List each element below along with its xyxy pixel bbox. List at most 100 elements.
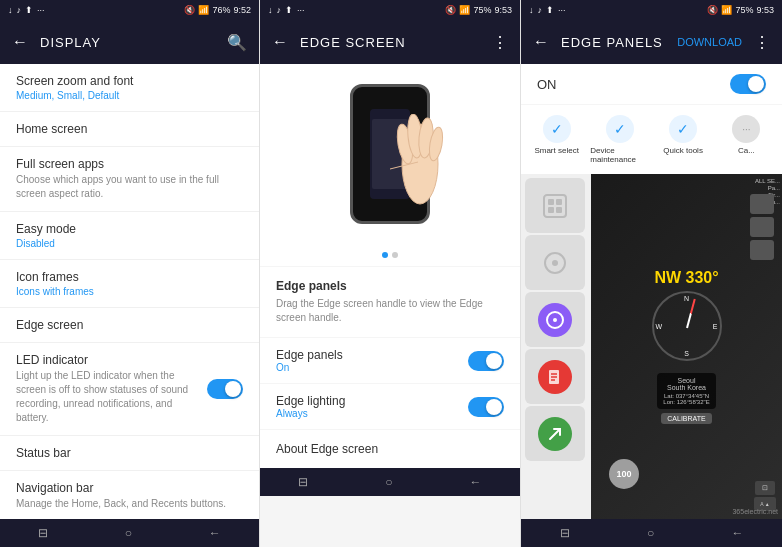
right-item-2 (750, 217, 774, 237)
calibrate-button[interactable]: CALIBRATE (661, 413, 711, 424)
home-button[interactable]: ○ (125, 526, 132, 540)
more-tab-dots-icon: ··· (742, 124, 750, 135)
status-bar-3: ↓ ♪ ⬆ ··· 🔇 📶 75% 9:53 (521, 0, 782, 20)
compass-needle (686, 299, 696, 328)
full-screen-title: Full screen apps (16, 157, 243, 171)
status-icons-right-3: 🔇 📶 75% 9:53 (707, 5, 774, 15)
panel-list-item-1[interactable] (525, 178, 585, 233)
menu-item-navigation-bar[interactable]: Navigation bar Manage the Home, Back, an… (0, 471, 259, 519)
menu-item-icon-frames[interactable]: Icon frames Icons with frames (0, 260, 259, 308)
search-button[interactable]: 🔍 (227, 33, 247, 52)
mute-icon-2: 🔇 (445, 5, 456, 15)
bottom-right-icons: ⊡ A ▲ (754, 481, 776, 511)
tab-device-maintenance[interactable]: ✓ Device maintenance (588, 113, 651, 166)
on-toggle-row: ON (521, 64, 782, 104)
smart-select-check-icon: ✓ (551, 121, 563, 137)
back-button-2[interactable]: ← (272, 33, 288, 51)
screen-icon: ⊡ (755, 481, 775, 495)
menu-item-led-indicator[interactable]: LED indicator Light up the LED indicator… (0, 343, 259, 436)
home-button-3[interactable]: ○ (647, 526, 654, 540)
panel-icon-bg-5 (538, 417, 572, 451)
edge-lighting-toggle-row[interactable]: Edge lighting Always (260, 384, 520, 429)
right-panel-items (750, 194, 774, 260)
menu-item-full-screen[interactable]: Full screen apps Choose which apps you w… (0, 147, 259, 212)
panel-icon-bg-3 (538, 303, 572, 337)
compass-widget: ALL SE... Pa... Fir... Bu... NW 330° N (591, 174, 782, 519)
back-button-3[interactable]: ← (533, 33, 549, 51)
led-toggle[interactable] (207, 379, 243, 399)
nav-bar-3: ⊟ ○ ← 365electric.net (521, 519, 782, 547)
edge-panels-toggle-row[interactable]: Edge panels On (260, 338, 520, 383)
status-icons-left-3: ↓ ♪ ⬆ ··· (529, 5, 566, 15)
edge-lighting-toggle[interactable] (468, 397, 504, 417)
tab-more[interactable]: ··· Ca... (715, 113, 778, 166)
quick-tools-label: Quick tools (663, 146, 703, 155)
smart-select-icon-bg: ✓ (543, 115, 571, 143)
status-bar-1: ↓ ♪ ⬆ ··· 🔇 📶 76% 9:52 (0, 0, 259, 20)
signal-icon: 📶 (198, 5, 209, 15)
menu-item-home-screen[interactable]: Home screen (0, 112, 259, 147)
recent-apps-button-2[interactable]: ⊟ (298, 475, 308, 489)
download-icon-3: ↓ (529, 5, 534, 15)
signal-icon-3: 📶 (721, 5, 732, 15)
recent-apps-button[interactable]: ⊟ (38, 526, 48, 540)
more-button-3[interactable]: ⋮ (754, 33, 770, 52)
watermark: 365electric.net (732, 508, 778, 515)
quick-tools-check-icon: ✓ (677, 121, 689, 137)
edge-panels-title: Edge panels (276, 279, 504, 293)
panel-icon-4 (545, 367, 565, 387)
back-nav-button-3[interactable]: ← (731, 526, 743, 540)
compass-direction: NW 330° (654, 269, 718, 287)
status-icons-left: ↓ ♪ ⬆ ··· (8, 5, 45, 15)
edge-panels-toggle[interactable] (468, 351, 504, 371)
upload-icon-2: ⬆ (285, 5, 293, 15)
upload-icon: ⬆ (25, 5, 33, 15)
edge-panels-tabs: ✓ Smart select ✓ Device maintenance ✓ Qu… (521, 105, 782, 174)
display-title: DISPLAY (40, 35, 215, 50)
about-edge-section[interactable]: About Edge screen (260, 430, 520, 468)
panel-icon-1 (540, 191, 570, 221)
back-nav-button[interactable]: ← (209, 526, 221, 540)
panels-grid: ALL SE... Pa... Fir... Bu... NW 330° N (521, 174, 782, 519)
easy-mode-title: Easy mode (16, 222, 243, 236)
more-tab-icon-bg: ··· (732, 115, 760, 143)
device-maintenance-icon-bg: ✓ (606, 115, 634, 143)
menu-item-edge-screen[interactable]: Edge screen (0, 308, 259, 343)
recent-apps-button-3[interactable]: ⊟ (560, 526, 570, 540)
menu-item-easy-mode[interactable]: Easy mode Disabled (0, 212, 259, 260)
phone-illustration (260, 64, 520, 244)
menu-item-status-bar[interactable]: Status bar (0, 436, 259, 471)
led-title: LED indicator (16, 353, 207, 367)
panel-list-item-2[interactable] (525, 235, 585, 290)
device-maintenance-label: Device maintenance (590, 146, 649, 164)
led-desc: Light up the LED indicator when the scre… (16, 369, 207, 425)
panel-list-item-5[interactable] (525, 406, 585, 461)
number-100: 100 (616, 469, 631, 479)
on-toggle[interactable] (730, 74, 766, 94)
svg-rect-9 (548, 199, 554, 205)
download-button[interactable]: DOWNLOAD (677, 36, 742, 48)
tab-quick-tools[interactable]: ✓ Quick tools (652, 113, 715, 166)
icon-frames-sub: Icons with frames (16, 286, 243, 297)
edge-lighting-label: Edge lighting (276, 394, 345, 408)
smart-select-label: Smart select (534, 146, 578, 155)
panel-list-item-4[interactable] (525, 349, 585, 404)
time-label-3: 9:53 (756, 5, 774, 15)
ellipsis-icon: ··· (37, 5, 45, 15)
screen-zoom-title: Screen zoom and font (16, 74, 243, 88)
tab-smart-select[interactable]: ✓ Smart select (525, 113, 588, 166)
edge-panels-toggle-sub: On (276, 362, 343, 373)
panel-list-item-3[interactable] (525, 292, 585, 347)
sound-icon: ♪ (17, 5, 22, 15)
back-button[interactable]: ← (12, 33, 28, 51)
edge-lighting-labels: Edge lighting Always (276, 394, 345, 419)
more-button-2[interactable]: ⋮ (492, 33, 508, 52)
dot-1 (382, 252, 388, 258)
menu-item-screen-zoom[interactable]: Screen zoom and font Medium, Small, Defa… (0, 64, 259, 112)
back-nav-button-2[interactable]: ← (470, 475, 482, 489)
edge-screen-title: Edge screen (16, 318, 243, 332)
display-header: ← DISPLAY 🔍 (0, 20, 259, 64)
sound-icon-3: ♪ (538, 5, 543, 15)
home-button-2[interactable]: ○ (385, 475, 392, 489)
status-icons-right-2: 🔇 📶 75% 9:53 (445, 5, 512, 15)
